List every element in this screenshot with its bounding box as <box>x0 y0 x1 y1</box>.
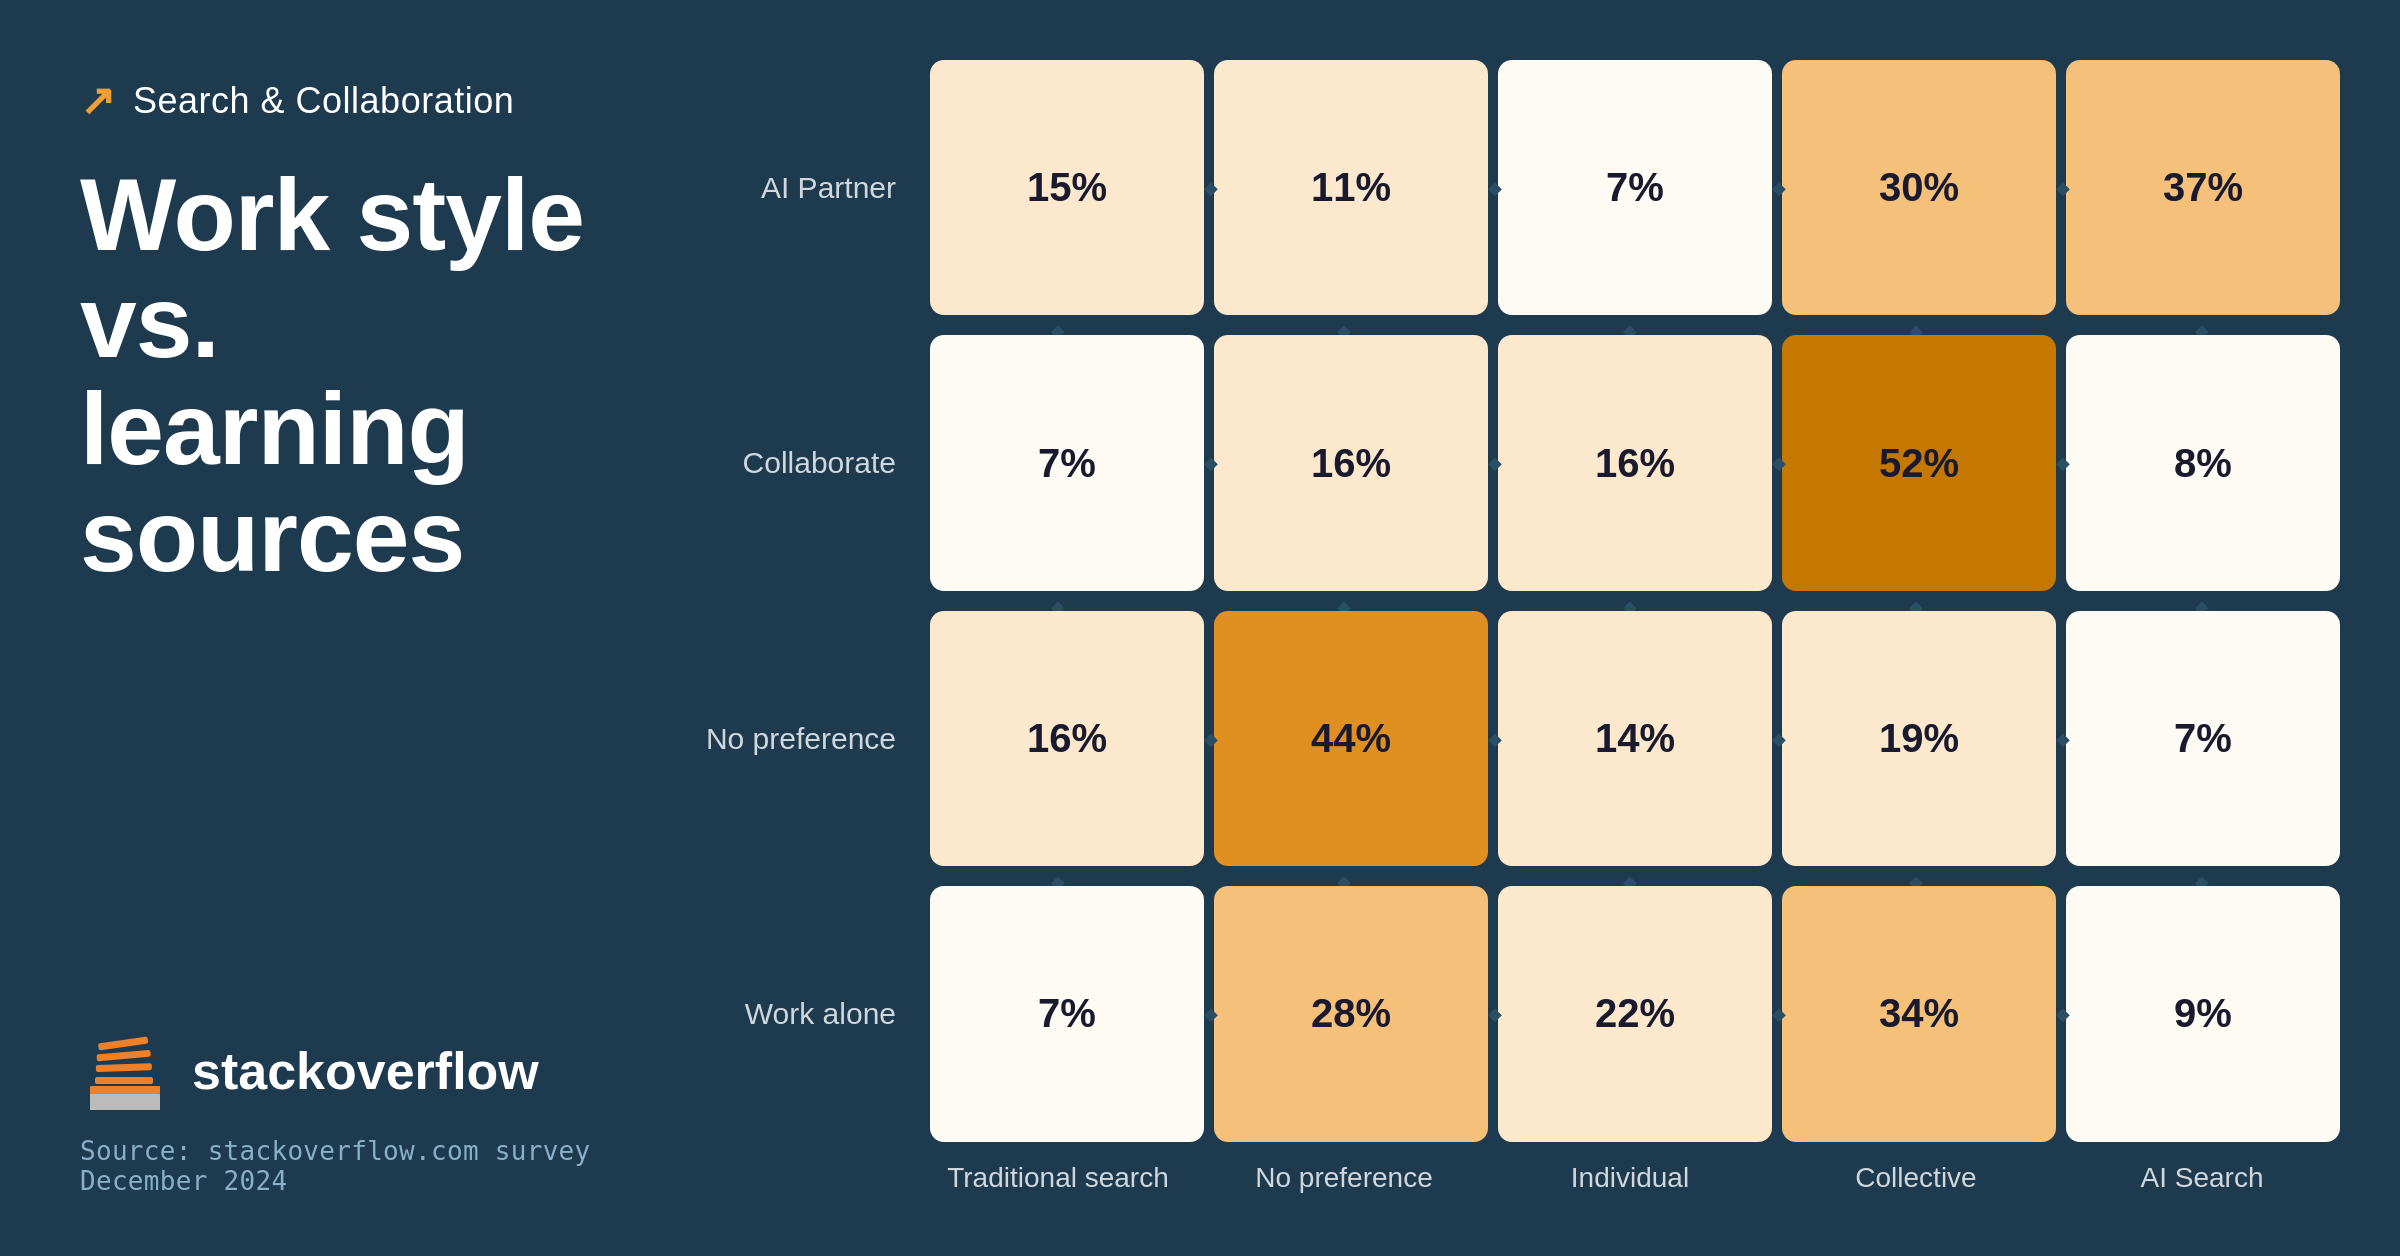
cell-r3-c4: 9% <box>2066 886 2340 1141</box>
col-label-3: Collective <box>1778 1160 2054 1196</box>
cell-value: 34% <box>1879 991 1959 1036</box>
col-label-0: Traditional search <box>920 1160 1196 1196</box>
cell-value: 15% <box>1027 165 1107 210</box>
svg-rect-7 <box>95 1077 153 1084</box>
cell-r2-c0: 16% <box>930 611 1204 866</box>
top-section: ↗ Search & Collaboration Work style vs. … <box>80 80 600 590</box>
svg-rect-3 <box>152 1094 160 1110</box>
svg-rect-2 <box>90 1094 98 1110</box>
cell-value: 30% <box>1879 165 1959 210</box>
trend-icon: ↗ <box>80 80 115 122</box>
cell-r1-c0: 7% <box>930 335 1204 590</box>
col-labels: Traditional search No preference Individua… <box>700 1160 2340 1196</box>
row-label: No preference <box>700 611 920 866</box>
cell-value: 7% <box>1038 991 1096 1036</box>
grid-wrapper: AI Partner15%11%7%30%37%Collaborate7%16%… <box>700 60 2340 1196</box>
grid-row: Work alone 7% 28% 22% 34% 9% <box>700 886 2340 1141</box>
svg-rect-1 <box>90 1094 160 1110</box>
cell-r1-c3: 52% <box>1782 335 2056 590</box>
cell-value: 7% <box>1606 165 1664 210</box>
cell-r2-c3: 19% <box>1782 611 2056 866</box>
cell-value: 19% <box>1879 716 1959 761</box>
logo-text: stackoverflow <box>192 1041 539 1101</box>
cell-value: 8% <box>2174 441 2232 486</box>
cell-r2-c2: 14% <box>1498 611 1772 866</box>
cell-r0-c1: 11% <box>1214 60 1488 315</box>
left-panel: ↗ Search & Collaboration Work style vs. … <box>0 0 660 1256</box>
svg-rect-5 <box>96 1050 150 1062</box>
cell-r0-c2: 7% <box>1498 60 1772 315</box>
row-label: Collaborate <box>700 335 920 590</box>
cell-value: 37% <box>2163 165 2243 210</box>
row-label: Work alone <box>700 886 920 1141</box>
cell-value: 16% <box>1311 441 1391 486</box>
cell-r2-c1: 44% <box>1214 611 1488 866</box>
stackoverflow-icon <box>80 1026 170 1116</box>
cell-r1-c2: 16% <box>1498 335 1772 590</box>
cell-value: 16% <box>1027 716 1107 761</box>
cell-value: 9% <box>2174 991 2232 1036</box>
cell-r2-c4: 7% <box>2066 611 2340 866</box>
main-title: Work style vs. learning sources <box>80 162 600 590</box>
cell-r1-c1: 16% <box>1214 335 1488 590</box>
grid-row: Collaborate 7% 16% 16% 52% 8% <box>700 335 2340 590</box>
cell-value: 14% <box>1595 716 1675 761</box>
cell-value: 22% <box>1595 991 1675 1036</box>
cell-r3-c2: 22% <box>1498 886 1772 1141</box>
col-label-1: No preference <box>1206 1160 1482 1196</box>
grid-row: AI Partner 15% 11% 7% 30% 37% <box>700 60 2340 315</box>
row-label: AI Partner <box>700 60 920 315</box>
logo-area: stackoverflow <box>80 1026 600 1116</box>
col-label-2: Individual <box>1492 1160 1768 1196</box>
cell-value: 7% <box>2174 716 2232 761</box>
category-text: Search & Collaboration <box>133 80 514 122</box>
grid-rows: AI Partner15%11%7%30%37%Collaborate7%16%… <box>700 60 2340 1142</box>
svg-rect-6 <box>96 1063 152 1072</box>
cell-value: 52% <box>1879 441 1959 486</box>
right-panel: AI Partner15%11%7%30%37%Collaborate7%16%… <box>660 0 2400 1256</box>
cell-r0-c3: 30% <box>1782 60 2056 315</box>
chart-area: AI Partner15%11%7%30%37%Collaborate7%16%… <box>700 60 2340 1196</box>
cells-row-1: 7% 16% 16% 52% 8% <box>930 335 2340 590</box>
cell-r3-c3: 34% <box>1782 886 2056 1141</box>
cells-row-0: 15% 11% 7% 30% 37% <box>930 60 2340 315</box>
cell-r0-c4: 37% <box>2066 60 2340 315</box>
grid-row: No preference 16% 44% 14% 19% 7% <box>700 611 2340 866</box>
cell-value: 16% <box>1595 441 1675 486</box>
col-label-4: AI Search <box>2064 1160 2340 1196</box>
cell-value: 44% <box>1311 716 1391 761</box>
source-text: Source: stackoverflow.com survey Decembe… <box>80 1136 600 1196</box>
category-label: ↗ Search & Collaboration <box>80 80 600 122</box>
svg-rect-0 <box>90 1086 160 1094</box>
cell-r0-c0: 15% <box>930 60 1204 315</box>
cell-r3-c0: 7% <box>930 886 1204 1141</box>
svg-rect-4 <box>98 1037 148 1051</box>
cell-r1-c4: 8% <box>2066 335 2340 590</box>
cell-value: 11% <box>1311 165 1391 210</box>
cell-value: 7% <box>1038 441 1096 486</box>
cell-value: 28% <box>1311 991 1391 1036</box>
cells-row-3: 7% 28% 22% 34% 9% <box>930 886 2340 1141</box>
bottom-section: stackoverflow Source: stackoverflow.com … <box>80 1026 600 1196</box>
cell-r3-c1: 28% <box>1214 886 1488 1141</box>
cells-row-2: 16% 44% 14% 19% 7% <box>930 611 2340 866</box>
